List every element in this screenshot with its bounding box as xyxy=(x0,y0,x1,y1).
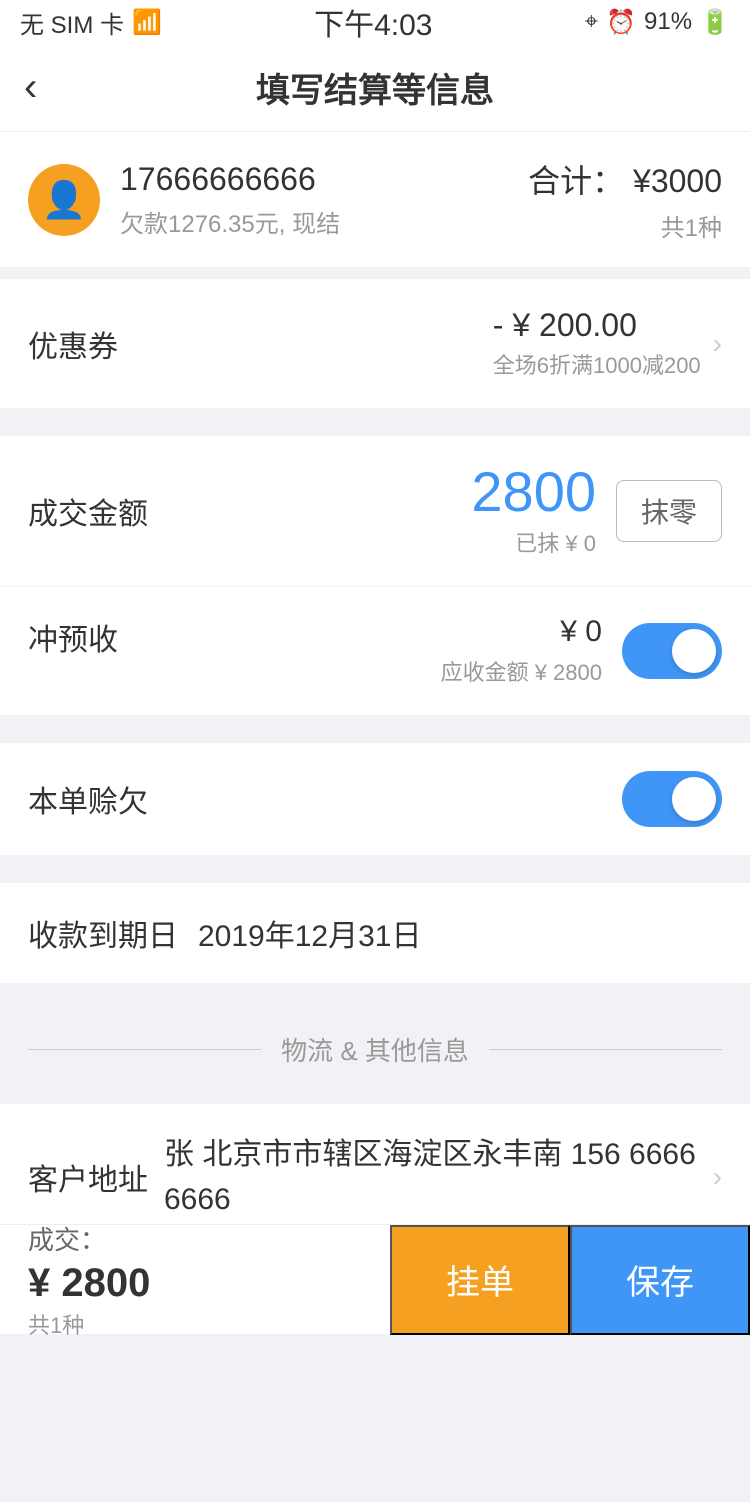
due-date-value: 2019年12月31日 xyxy=(198,911,421,955)
section-divider-4 xyxy=(0,995,750,1011)
logistics-divider: 物流 & 其他信息 xyxy=(0,1011,750,1088)
section-divider-3 xyxy=(0,867,750,883)
status-bar: 无 SIM 卡 📶 下午4:03 ⌖ ⏰ 91% 🔋 xyxy=(0,0,750,44)
battery-level: 91% xyxy=(644,8,692,36)
logistics-text: 物流 & 其他信息 xyxy=(281,1031,469,1068)
total-count: 共1种 xyxy=(528,208,722,243)
due-date-row: 收款到期日 2019年12月31日 xyxy=(0,883,750,983)
ben-dan-que-qian-row: 本单赊欠 xyxy=(0,743,750,855)
deal-amount-sub: 已抹 ¥ 0 xyxy=(471,526,596,558)
bottom-info: 成交： ¥ 2800 共1种 xyxy=(0,1220,390,1340)
alarm-icon: ⏰ xyxy=(606,8,636,37)
save-button[interactable]: 保存 xyxy=(570,1225,750,1335)
total-amount: 合计： ¥3000 xyxy=(528,156,722,202)
coupon-discount: - ¥ 200.00 xyxy=(493,307,701,344)
pending-button[interactable]: 挂单 xyxy=(390,1225,570,1335)
bottom-bar: 成交： ¥ 2800 共1种 挂单 保存 xyxy=(0,1224,750,1334)
address-arrow-icon: › xyxy=(713,1161,722,1193)
round-zero-button[interactable]: 抹零 xyxy=(616,480,722,542)
ben-dan-que-qian-label: 本单赊欠 xyxy=(28,777,148,821)
customer-subtext: 欠款1276.35元, 现结 xyxy=(120,204,340,239)
coupon-label: 优惠券 xyxy=(28,322,118,366)
logistics-line-right xyxy=(489,1049,722,1050)
address-value: 张 北京市市辖区海淀区永丰南 156 6666 6666 xyxy=(164,1132,697,1222)
due-date-label: 收款到期日 xyxy=(28,911,178,955)
coupon-arrow-icon: › xyxy=(713,328,722,360)
nav-bar: ‹ 填写结算等信息 xyxy=(0,44,750,132)
status-time: 下午4:03 xyxy=(314,0,432,44)
total-label: 合计： xyxy=(528,163,624,199)
address-label: 客户地址 xyxy=(28,1155,148,1199)
sim-status: 无 SIM 卡 xyxy=(20,5,124,40)
deal-amount-label: 成交金额 xyxy=(28,489,148,533)
status-left: 无 SIM 卡 📶 xyxy=(20,5,162,40)
customer-card: 👤 17666666666 欠款1276.35元, 现结 合计： ¥3000 共… xyxy=(0,132,750,267)
deal-amount-section: 成交金额 2800 已抹 ¥ 0 抹零 冲预收 ¥ 0 应收金额 ¥ 2800 xyxy=(0,436,750,715)
chong-yushou-row: 冲预收 ¥ 0 应收金额 ¥ 2800 xyxy=(0,587,750,715)
chong-yushou-toggle[interactable] xyxy=(622,623,722,679)
chong-amount: ¥ 0 xyxy=(441,615,602,649)
chong-sub: 应收金额 ¥ 2800 xyxy=(441,655,602,687)
avatar-icon: 👤 xyxy=(42,179,87,221)
location-icon: ⌖ xyxy=(585,8,599,36)
coupon-row[interactable]: 优惠券 - ¥ 200.00 全场6折满1000减200 › xyxy=(0,279,750,408)
deal-amount-row: 成交金额 2800 已抹 ¥ 0 抹零 xyxy=(0,436,750,587)
battery-icon: 🔋 xyxy=(700,8,730,37)
section-divider-1 xyxy=(0,420,750,436)
total-value: ¥3000 xyxy=(633,163,722,199)
back-button[interactable]: ‹ xyxy=(24,65,37,110)
bottom-price: ¥ 2800 xyxy=(28,1261,362,1306)
chong-yushou-label: 冲预收 xyxy=(28,615,118,659)
avatar: 👤 xyxy=(28,164,100,236)
bottom-deal-label: 成交： xyxy=(28,1220,362,1257)
ben-dan-que-qian-toggle[interactable] xyxy=(622,771,722,827)
page-title: 填写结算等信息 xyxy=(256,63,494,112)
section-divider-2 xyxy=(0,727,750,743)
logistics-line-left xyxy=(28,1049,261,1050)
section-divider-5 xyxy=(0,1088,750,1104)
status-right: ⌖ ⏰ 91% 🔋 xyxy=(585,8,730,37)
customer-phone: 17666666666 xyxy=(120,161,340,198)
deal-amount-value: 2800 xyxy=(471,464,596,520)
wifi-icon: 📶 xyxy=(132,8,162,37)
coupon-desc: 全场6折满1000减200 xyxy=(493,348,701,380)
